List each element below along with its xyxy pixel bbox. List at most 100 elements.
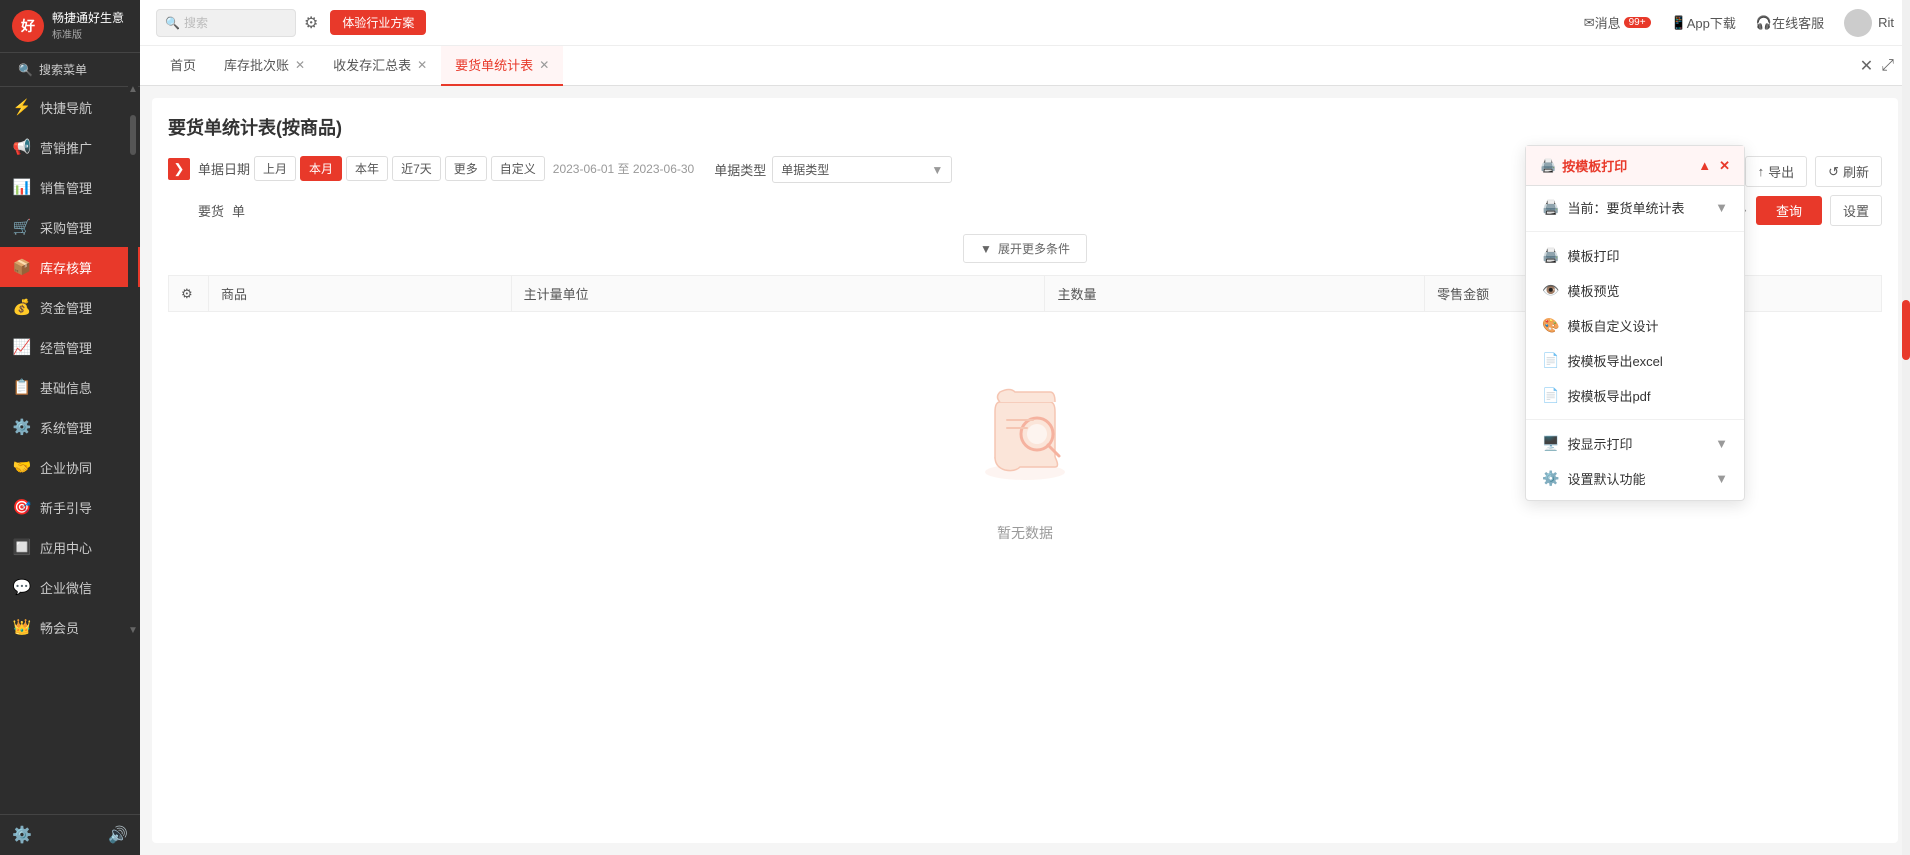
sidebar-item-inventory[interactable]: 📦 库存核算: [0, 247, 140, 287]
empty-text: 暂无数据: [997, 523, 1053, 543]
sidebar-item-sales[interactable]: 📊 销售管理: [0, 167, 140, 207]
sidebar-nav: ⚡ 快捷导航 📢 营销推广 📊 销售管理 🛒 采购管理 📦 库存核算 💰 资金管…: [0, 87, 140, 814]
tab-inventory-batch-close[interactable]: ✕: [295, 58, 305, 72]
inventory-icon: 📦: [12, 257, 32, 277]
date-btn-more[interactable]: 更多: [445, 156, 487, 181]
sidebar-item-guide[interactable]: 🎯 新手引导: [0, 487, 140, 527]
marketing-icon: 📢: [12, 137, 32, 157]
tab-order-stats-close[interactable]: ✕: [539, 58, 549, 72]
date-btn-last-month[interactable]: 上月: [254, 156, 296, 181]
dropdown-current-item[interactable]: 🖨️ 当前：要货单统计表 ▼: [1526, 190, 1744, 225]
sound-bottom-icon[interactable]: 🔊: [108, 825, 128, 845]
message-label: 消息: [1595, 13, 1621, 32]
message-icon: ✉: [1584, 15, 1595, 31]
user-avatar[interactable]: Rit: [1844, 9, 1894, 37]
sidebar-item-finance[interactable]: 💰 资金管理: [0, 287, 140, 327]
sidebar-search[interactable]: 🔍 搜索菜单: [0, 53, 140, 87]
quick-nav-icon: ⚡: [12, 97, 32, 117]
expand-conditions-button[interactable]: ▼ 展开更多条件: [963, 234, 1087, 263]
tab-receivable-summary[interactable]: 收发存汇总表 ✕: [319, 46, 441, 86]
tab-receivable-summary-close[interactable]: ✕: [417, 58, 427, 72]
template-print-item-icon: 🖨️: [1542, 247, 1559, 264]
display-print-icon: 🖥️: [1542, 435, 1559, 452]
basic-info-icon: 📋: [12, 377, 32, 397]
sidebar-item-collab[interactable]: 🤝 企业协同: [0, 447, 140, 487]
dropdown-expand-icon[interactable]: ▲: [1698, 158, 1711, 174]
dropdown-item-template-print[interactable]: 🖨️ 模板打印: [1526, 238, 1744, 273]
sidebar-item-label: 系统管理: [40, 418, 92, 437]
dropdown-item-export-pdf[interactable]: 📄 按模板导出pdf: [1526, 378, 1744, 413]
tab-home[interactable]: 首页: [156, 46, 210, 86]
sidebar-item-label: 企业协同: [40, 458, 92, 477]
app-center-icon: 🔲: [12, 537, 32, 557]
dropdown-default-func[interactable]: ⚙️ 设置默认功能 ▼: [1526, 461, 1744, 496]
expand-label: 展开更多条件: [998, 240, 1070, 257]
table-header-quantity: 主数量: [1045, 276, 1425, 312]
tab-order-stats[interactable]: 要货单统计表 ✕: [441, 46, 563, 86]
online-service-button[interactable]: 🎧 在线客服: [1756, 13, 1824, 32]
order-type-label: 单据类型: [714, 160, 766, 179]
tab-home-label: 首页: [170, 55, 196, 74]
dropdown-item-template-preview[interactable]: 👁️ 模板预览: [1526, 273, 1744, 308]
trial-button[interactable]: 体验行业方案: [330, 10, 426, 35]
filter-expand-icon[interactable]: ❯: [168, 158, 190, 180]
app-download-icon: 📱: [1671, 15, 1687, 31]
sidebar-item-label: 企业微信: [40, 578, 92, 597]
export-icon: ↑: [1758, 164, 1765, 179]
tab-inventory-batch[interactable]: 库存批次账 ✕: [210, 46, 319, 86]
sidebar-item-label: 库存核算: [40, 258, 92, 277]
topbar-gear-icon[interactable]: ⚙: [304, 13, 318, 33]
settings-bottom-icon[interactable]: ⚙️: [12, 825, 32, 845]
order-type-select[interactable]: 单据类型 ▼: [772, 156, 952, 183]
date-btn-this-year[interactable]: 本年: [346, 156, 388, 181]
sidebar-bottom: ⚙️ 🔊: [0, 814, 140, 855]
sidebar-scroll-down[interactable]: ▼: [128, 625, 138, 636]
date-btn-custom[interactable]: 自定义: [491, 156, 545, 181]
sidebar-item-member[interactable]: 👑 畅会员: [0, 607, 140, 647]
message-button[interactable]: ✉ 消息 99+: [1584, 13, 1651, 32]
display-print-arrow: ▼: [1715, 436, 1728, 451]
topbar: 🔍 搜索 ⚙ 体验行业方案 ✉ 消息 99+ 📱 App下载 🎧 在线客服 Ri…: [140, 0, 1910, 46]
scrollbar-thumb[interactable]: [1902, 300, 1910, 360]
default-func-arrow: ▼: [1715, 471, 1728, 486]
app-download-button[interactable]: 📱 App下载: [1671, 13, 1736, 32]
dropdown-title: 按模板打印: [1562, 156, 1627, 175]
sidebar-item-app-center[interactable]: 🔲 应用中心: [0, 527, 140, 567]
dropdown-display-print[interactable]: 🖥️ 按显示打印 ▼: [1526, 426, 1744, 461]
sidebar-item-purchase[interactable]: 🛒 采购管理: [0, 207, 140, 247]
tabs-actions: ✕ ⤢: [1860, 56, 1894, 76]
sidebar-item-basic-info[interactable]: 📋 基础信息: [0, 367, 140, 407]
search-icon: 🔍: [18, 63, 33, 77]
sidebar-scroll-up[interactable]: ▲: [128, 84, 138, 95]
dropdown-item-export-excel[interactable]: 📄 按模板导出excel: [1526, 343, 1744, 378]
sidebar-item-system[interactable]: ⚙️ 系统管理: [0, 407, 140, 447]
right-scrollbar[interactable]: [1902, 0, 1910, 855]
current-icon: 🖨️: [1542, 199, 1559, 216]
tab-receivable-summary-label: 收发存汇总表: [333, 55, 411, 74]
topbar-search[interactable]: 🔍 搜索: [156, 9, 296, 37]
tab-maximize[interactable]: ⤢: [1881, 56, 1894, 76]
sidebar-item-wechat[interactable]: 💬 企业微信: [0, 567, 140, 607]
default-func-icon: ⚙️: [1542, 470, 1559, 487]
topbar-search-text: 搜索: [184, 14, 208, 31]
dropdown-item-template-design[interactable]: 🎨 模板自定义设计: [1526, 308, 1744, 343]
date-btn-7days[interactable]: 近7天: [392, 156, 441, 181]
sidebar-logo: 好 畅捷通好生意 标准版: [0, 0, 140, 53]
sidebar-item-marketing[interactable]: 📢 营销推广: [0, 127, 140, 167]
tab-close-window[interactable]: ✕: [1860, 56, 1873, 76]
table-header-settings[interactable]: ⚙: [169, 276, 209, 312]
export-pdf-icon: 📄: [1542, 387, 1559, 404]
date-btn-this-month[interactable]: 本月: [300, 156, 342, 181]
sidebar-item-operations[interactable]: 📈 经营管理: [0, 327, 140, 367]
sidebar-item-quick-nav[interactable]: ⚡ 快捷导航: [0, 87, 140, 127]
empty-illustration: [965, 372, 1085, 511]
refresh-button[interactable]: ↺ 刷新: [1815, 156, 1882, 187]
export-button[interactable]: ↑ 导出: [1745, 156, 1808, 187]
sidebar-item-label: 应用中心: [40, 538, 92, 557]
dropdown-close-icon[interactable]: ✕: [1719, 158, 1730, 174]
app-logo-icon: 好: [12, 10, 44, 42]
settings-button[interactable]: 设置: [1830, 195, 1882, 226]
service-icon: 🎧: [1756, 15, 1772, 31]
query-button[interactable]: 查询: [1756, 196, 1822, 225]
date-filter-group: 单据日期 上月 本月 本年 近7天 更多 自定义 2023-06-01 至 20…: [198, 156, 694, 181]
